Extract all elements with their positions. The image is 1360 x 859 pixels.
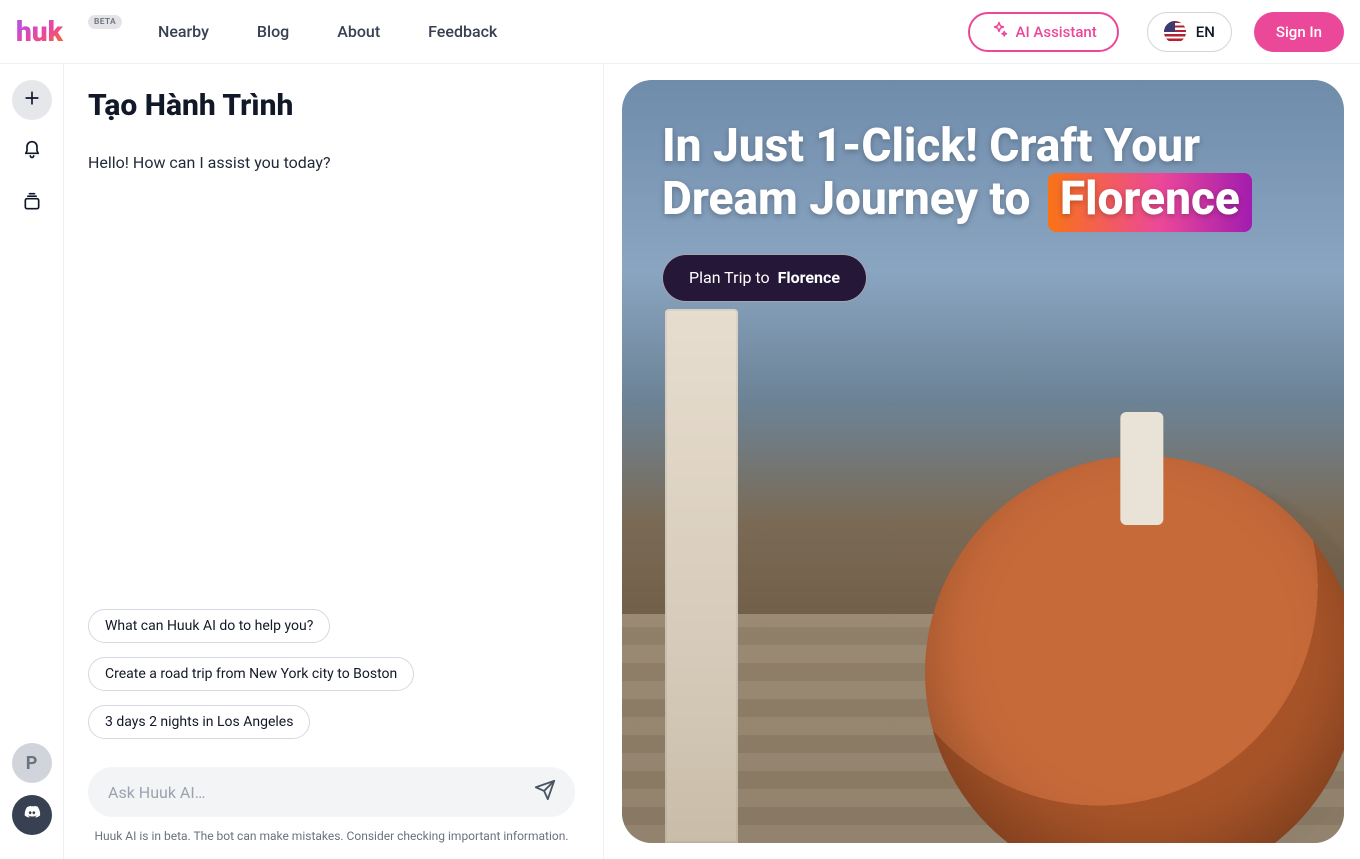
ai-assistant-label: AI Assistant bbox=[1016, 23, 1097, 41]
discord-button[interactable] bbox=[12, 795, 52, 835]
profile-avatar[interactable]: P bbox=[12, 743, 52, 783]
ai-assistant-button[interactable]: AI Assistant bbox=[968, 12, 1119, 52]
hero-line2a: Dream Journey to bbox=[662, 172, 1030, 226]
hero-overlay: In Just 1-Click! Craft Your Dream Journe… bbox=[622, 80, 1344, 843]
nav-blog[interactable]: Blog bbox=[257, 22, 289, 41]
panel-spacer bbox=[88, 172, 575, 609]
suggestion-chips: What can Huuk AI do to help you? Create … bbox=[88, 609, 575, 739]
suggestion-chip[interactable]: What can Huuk AI do to help you? bbox=[88, 609, 330, 643]
sign-in-button[interactable]: Sign In bbox=[1254, 12, 1344, 52]
hero-headline: In Just 1-Click! Craft Your Dream Journe… bbox=[662, 120, 1302, 232]
disclaimer-text: Huuk AI is in beta. The bot can make mis… bbox=[88, 829, 575, 843]
chat-panel: Tạo Hành Trình Hello! How can I assist y… bbox=[64, 64, 604, 859]
beta-badge: BETA bbox=[88, 15, 122, 29]
hero-panel: In Just 1-Click! Craft Your Dream Journe… bbox=[604, 64, 1360, 859]
assistant-greeting: Hello! How can I assist you today? bbox=[88, 153, 575, 172]
create-button[interactable] bbox=[12, 80, 52, 120]
left-rail: P bbox=[0, 64, 64, 859]
svg-text:huk: huk bbox=[16, 17, 64, 47]
rail-footer: P bbox=[12, 743, 52, 835]
plan-trip-prefix: Plan Trip to bbox=[689, 268, 770, 287]
hero-line1: In Just 1-Click! Craft Your bbox=[662, 119, 1200, 173]
primary-nav: Nearby Blog About Feedback bbox=[158, 22, 497, 41]
language-button[interactable]: EN bbox=[1147, 12, 1232, 52]
main-layout: P Tạo Hành Trình Hello! How can I assist… bbox=[0, 64, 1360, 859]
hero-destination: Florence bbox=[1048, 173, 1252, 232]
top-header: huk BETA Nearby Blog About Feedback AI A… bbox=[0, 0, 1360, 64]
suggestion-chip[interactable]: Create a road trip from New York city to… bbox=[88, 657, 414, 691]
nav-nearby[interactable]: Nearby bbox=[158, 22, 209, 41]
ask-input-wrap bbox=[88, 767, 575, 817]
bell-icon bbox=[22, 140, 42, 164]
suggestion-chip[interactable]: 3 days 2 nights in Los Angeles bbox=[88, 705, 310, 739]
brand-logo[interactable]: huk bbox=[16, 17, 86, 47]
send-button[interactable] bbox=[527, 774, 563, 810]
notifications-button[interactable] bbox=[12, 132, 52, 172]
hero-image: In Just 1-Click! Craft Your Dream Journe… bbox=[622, 80, 1344, 843]
logo-wrap: huk BETA bbox=[16, 17, 122, 47]
stack-icon bbox=[22, 192, 42, 216]
flag-us-icon bbox=[1164, 21, 1186, 43]
page-title: Tạo Hành Trình bbox=[88, 88, 575, 123]
language-label: EN bbox=[1196, 23, 1215, 41]
nav-about[interactable]: About bbox=[337, 22, 380, 41]
plan-trip-destination: Florence bbox=[778, 268, 840, 287]
send-icon bbox=[534, 779, 556, 805]
nav-feedback[interactable]: Feedback bbox=[428, 22, 497, 41]
collections-button[interactable] bbox=[12, 184, 52, 224]
plus-icon bbox=[22, 88, 42, 112]
plan-trip-button[interactable]: Plan Trip to Florence bbox=[662, 254, 867, 302]
sparkle-icon bbox=[990, 21, 1008, 43]
discord-icon bbox=[22, 803, 42, 827]
ask-input[interactable] bbox=[88, 767, 575, 817]
